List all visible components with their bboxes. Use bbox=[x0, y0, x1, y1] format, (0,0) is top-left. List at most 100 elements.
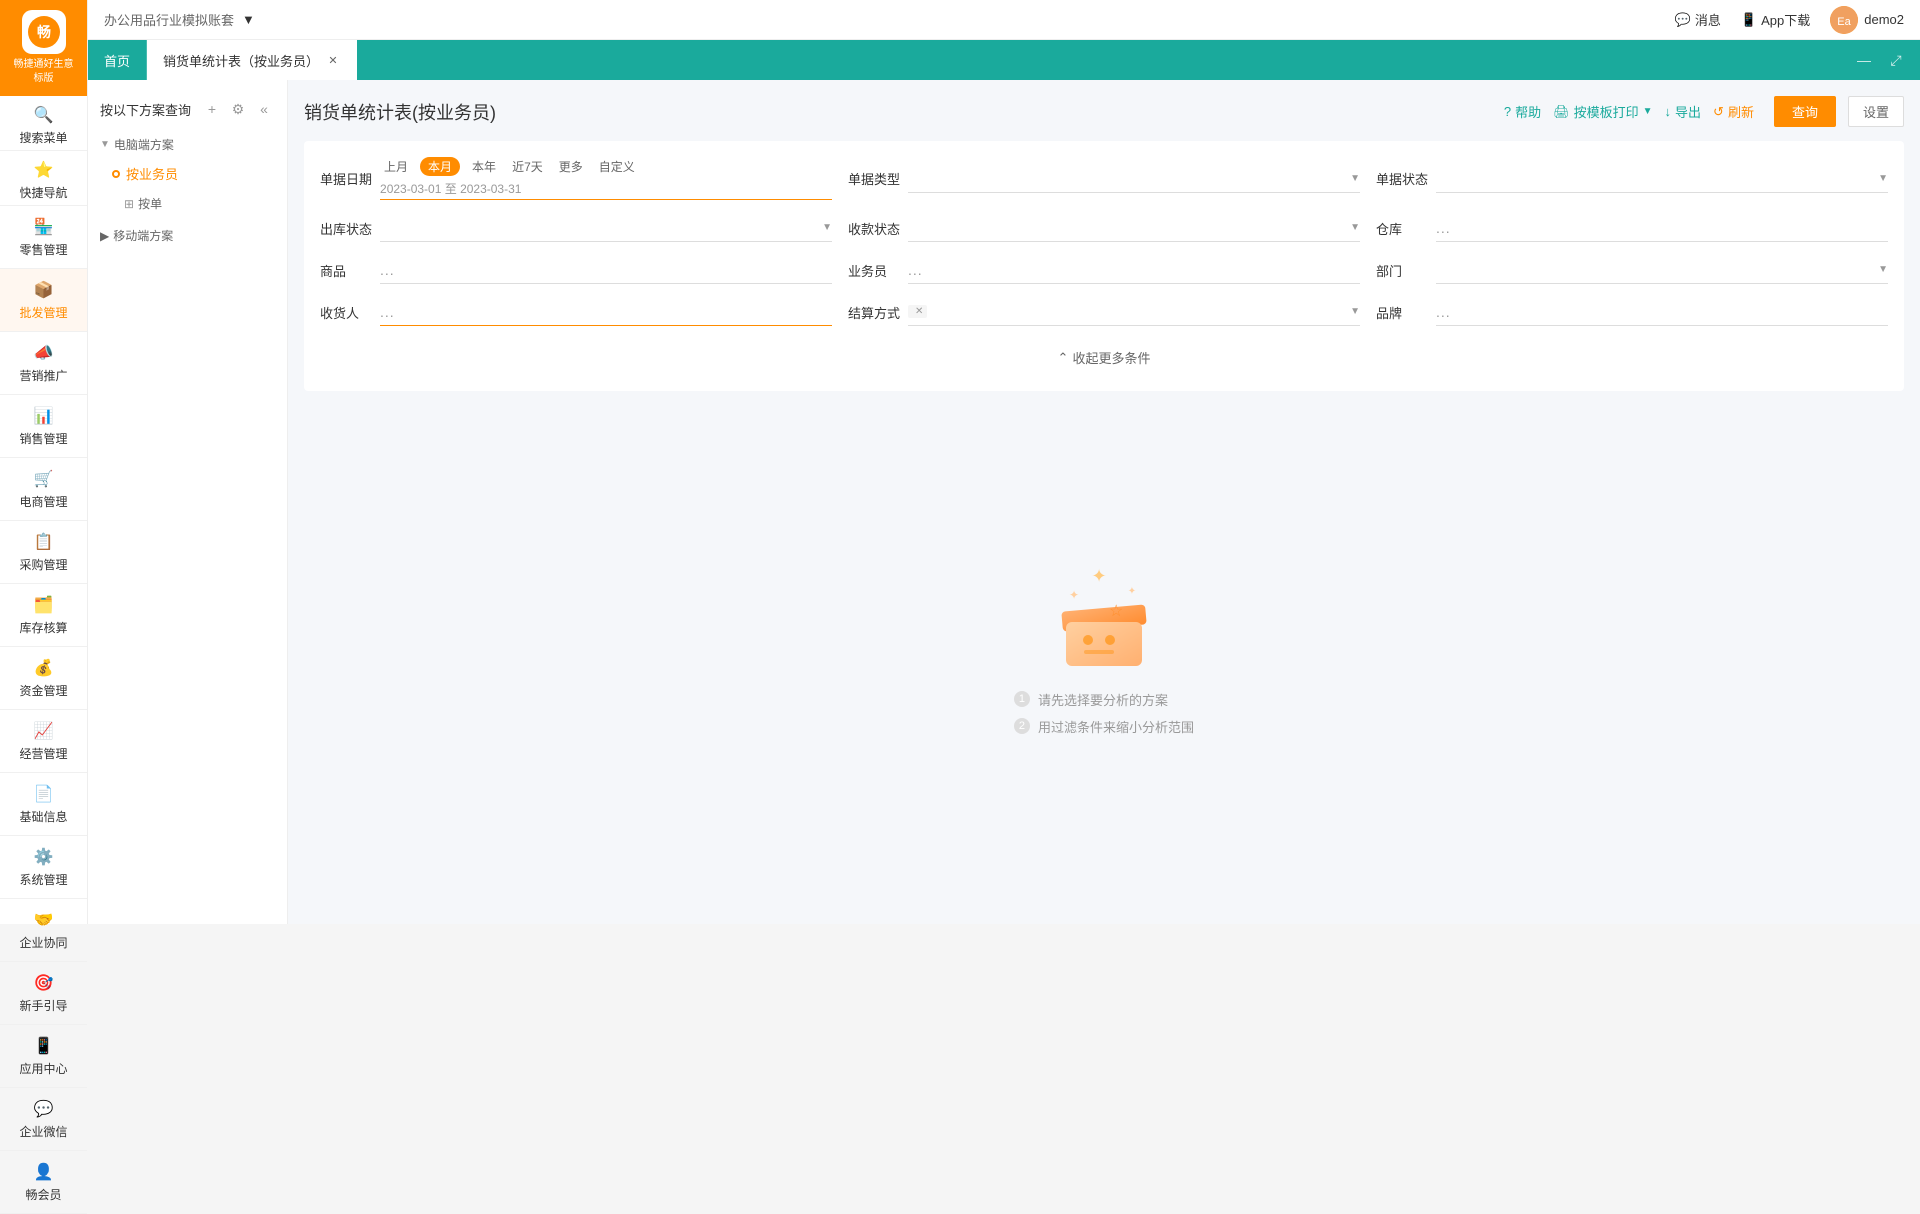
sidebar-item-beginner[interactable]: 🎯 新手引导 bbox=[0, 962, 87, 1025]
date-tab-this-year[interactable]: 本年 bbox=[468, 157, 500, 176]
dots-icon: ... bbox=[1436, 304, 1451, 320]
message-icon: 💬 bbox=[1675, 12, 1691, 28]
chevron-down-icon: ▼ bbox=[822, 222, 832, 233]
filter-item-payment-status: 收款状态 ▼ bbox=[848, 214, 1360, 242]
doc-type-select[interactable]: ▼ bbox=[908, 165, 1360, 193]
star-icon: ⭐ bbox=[33, 159, 55, 181]
filter-item-goods: 商品 ... bbox=[320, 256, 832, 284]
retail-icon: 🏪 bbox=[33, 216, 55, 238]
consignee-input[interactable]: ... bbox=[380, 298, 832, 326]
mobile-scheme-title[interactable]: ▶ 移动端方案 bbox=[88, 221, 287, 248]
chevron-up-icon: ⌃ bbox=[1058, 350, 1069, 366]
sidebar-item-operations[interactable]: 📈 经营管理 bbox=[0, 710, 87, 773]
export-button[interactable]: ↓ 导出 bbox=[1665, 102, 1702, 121]
sidebar-item-basic-info[interactable]: 📄 基础信息 bbox=[0, 773, 87, 836]
filter-item-settlement: 结算方式 ✕ ▼ bbox=[848, 298, 1360, 326]
goods-label: 商品 bbox=[320, 261, 372, 280]
warehouse-input[interactable]: ... bbox=[1436, 214, 1888, 242]
grid-icon: ⊞ bbox=[124, 197, 134, 211]
collapse-filter-button[interactable]: ⌃ 收起更多条件 bbox=[320, 340, 1888, 375]
tab-home-label: 首页 bbox=[104, 51, 130, 70]
mobile-scheme-label: 移动端方案 bbox=[113, 227, 173, 244]
sidebar-item-quick-nav[interactable]: ⭐ 快捷导航 bbox=[0, 151, 87, 206]
add-scheme-button[interactable]: + bbox=[201, 98, 223, 120]
brand-label: 品牌 bbox=[1376, 303, 1428, 322]
sidebar-item-marketing[interactable]: 📣 营销推广 bbox=[0, 332, 87, 395]
app-download-button[interactable]: 📱 App下载 bbox=[1741, 10, 1810, 29]
help-button[interactable]: ? 帮助 bbox=[1504, 102, 1541, 121]
wechat-icon: 💬 bbox=[33, 1098, 55, 1120]
question-icon: ? bbox=[1504, 104, 1511, 119]
sidebar-item-ecommerce[interactable]: 🛒 电商管理 bbox=[0, 458, 87, 521]
filter-item-date: 单据日期 上月 本月 本年 近7天 更多 自定义 2023-03-01 至 20… bbox=[320, 157, 832, 200]
refresh-label: 刷新 bbox=[1728, 102, 1754, 121]
brand-input[interactable]: ... bbox=[1436, 298, 1888, 326]
user-menu[interactable]: Ea demo2 bbox=[1830, 6, 1904, 34]
warehouse-label: 仓库 bbox=[1376, 219, 1428, 238]
tab-maximize-button[interactable]: ⤢ bbox=[1884, 48, 1908, 72]
date-tab-this-month[interactable]: 本月 bbox=[420, 157, 460, 176]
sidebar-item-sales[interactable]: 📊 销售管理 bbox=[0, 395, 87, 458]
settlement-select[interactable]: ✕ ▼ bbox=[908, 298, 1360, 326]
sidebar-item-finance[interactable]: 💰 资金管理 bbox=[0, 647, 87, 710]
sidebar-item-retail[interactable]: 🏪 零售管理 bbox=[0, 206, 87, 269]
empty-hint-2: 2 用过滤条件来缩小分析范围 bbox=[1014, 717, 1194, 736]
scheme-item-by-order[interactable]: ⊞ 按单 bbox=[88, 190, 287, 217]
dots-icon: ... bbox=[380, 262, 395, 278]
salesperson-input[interactable]: ... bbox=[908, 256, 1360, 284]
ship-status-select[interactable]: ▼ bbox=[380, 214, 832, 242]
sidebar-item-label: 企业微信 bbox=[19, 1123, 67, 1140]
sidebar-item-enterprise-wechat[interactable]: 💬 企业微信 bbox=[0, 1088, 87, 1151]
topbar: 办公用品行业模拟账套 ▼ 💬 消息 📱 App下载 Ea demo2 bbox=[88, 0, 1920, 40]
refresh-button[interactable]: ↺ 刷新 bbox=[1713, 102, 1754, 121]
desktop-scheme-title[interactable]: ▼ 电脑端方案 bbox=[88, 130, 287, 157]
marketing-icon: 📣 bbox=[33, 342, 55, 364]
message-button[interactable]: 💬 消息 bbox=[1675, 10, 1721, 29]
date-tab-custom[interactable]: 自定义 bbox=[595, 157, 639, 176]
consignee-label: 收货人 bbox=[320, 303, 372, 322]
sidebar-item-membership[interactable]: 👤 畅会员 bbox=[0, 1151, 87, 1214]
scheme-settings-button[interactable]: ⚙ bbox=[227, 98, 249, 120]
settings-button[interactable]: 设置 bbox=[1848, 96, 1904, 127]
sidebar-item-system[interactable]: ⚙️ 系统管理 bbox=[0, 836, 87, 899]
date-tab-7days[interactable]: 近7天 bbox=[508, 157, 547, 176]
collapse-panel-button[interactable]: « bbox=[253, 98, 275, 120]
template-print-button[interactable]: 🖨 按模板打印 ▼ bbox=[1553, 102, 1652, 121]
department-select[interactable]: ▼ bbox=[1436, 256, 1888, 284]
sidebar-item-enterprise[interactable]: 🤝 企业协同 bbox=[0, 899, 87, 962]
tab-close-button[interactable]: ✕ bbox=[325, 52, 341, 68]
tab-minimize-button[interactable]: — bbox=[1852, 48, 1876, 72]
svg-text:✦: ✦ bbox=[1128, 586, 1136, 597]
left-panel-title: 按以下方案查询 bbox=[100, 100, 191, 119]
app-logo[interactable]: 畅 畅捷通好生意 标版 bbox=[0, 0, 87, 96]
tabbar: 首页 销货单统计表（按业务员） ✕ — ⤢ bbox=[88, 40, 1920, 80]
sidebar-item-label: 新手引导 bbox=[19, 997, 67, 1014]
svg-text:畅: 畅 bbox=[37, 24, 51, 40]
sidebar-item-app-center[interactable]: 📱 应用中心 bbox=[0, 1025, 87, 1088]
wholesale-icon: 📦 bbox=[33, 279, 55, 301]
left-panel: 按以下方案查询 + ⚙ « ▼ 电脑端方案 按业务员 ⊞ 按单 bbox=[88, 80, 288, 924]
query-button[interactable]: 查询 bbox=[1774, 96, 1836, 127]
scheme-item-by-salesperson[interactable]: 按业务员 bbox=[88, 157, 287, 190]
date-range-value[interactable]: 2023-03-01 至 2023-03-31 bbox=[380, 180, 832, 200]
filter-item-doc-type: 单据类型 ▼ bbox=[848, 165, 1360, 193]
left-panel-actions: + ⚙ « bbox=[201, 98, 275, 120]
tab-home[interactable]: 首页 bbox=[88, 40, 147, 80]
sidebar-item-wholesale[interactable]: 📦 批发管理 bbox=[0, 269, 87, 332]
date-tab-last-month[interactable]: 上月 bbox=[380, 157, 412, 176]
date-label: 单据日期 bbox=[320, 169, 372, 188]
beginner-icon: 🎯 bbox=[33, 972, 55, 994]
sidebar-item-inventory[interactable]: 🗂️ 库存核算 bbox=[0, 584, 87, 647]
breadcrumb-dropdown[interactable]: ▼ bbox=[242, 12, 255, 27]
date-tab-more[interactable]: 更多 bbox=[555, 157, 587, 176]
goods-input[interactable]: ... bbox=[380, 256, 832, 284]
hint-number-1: 1 bbox=[1014, 691, 1030, 707]
svg-text:✦: ✦ bbox=[1091, 566, 1106, 586]
sidebar-item-procurement[interactable]: 📋 采购管理 bbox=[0, 521, 87, 584]
payment-status-select[interactable]: ▼ bbox=[908, 214, 1360, 242]
doc-status-select[interactable]: ▼ bbox=[1436, 165, 1888, 193]
tab-sales-stats[interactable]: 销货单统计表（按业务员） ✕ bbox=[147, 40, 357, 80]
sidebar-item-search-menu[interactable]: 🔍 搜索菜单 bbox=[0, 96, 87, 151]
logo-icon: 畅 bbox=[22, 10, 66, 54]
settlement-tag-close[interactable]: ✕ bbox=[915, 306, 923, 317]
